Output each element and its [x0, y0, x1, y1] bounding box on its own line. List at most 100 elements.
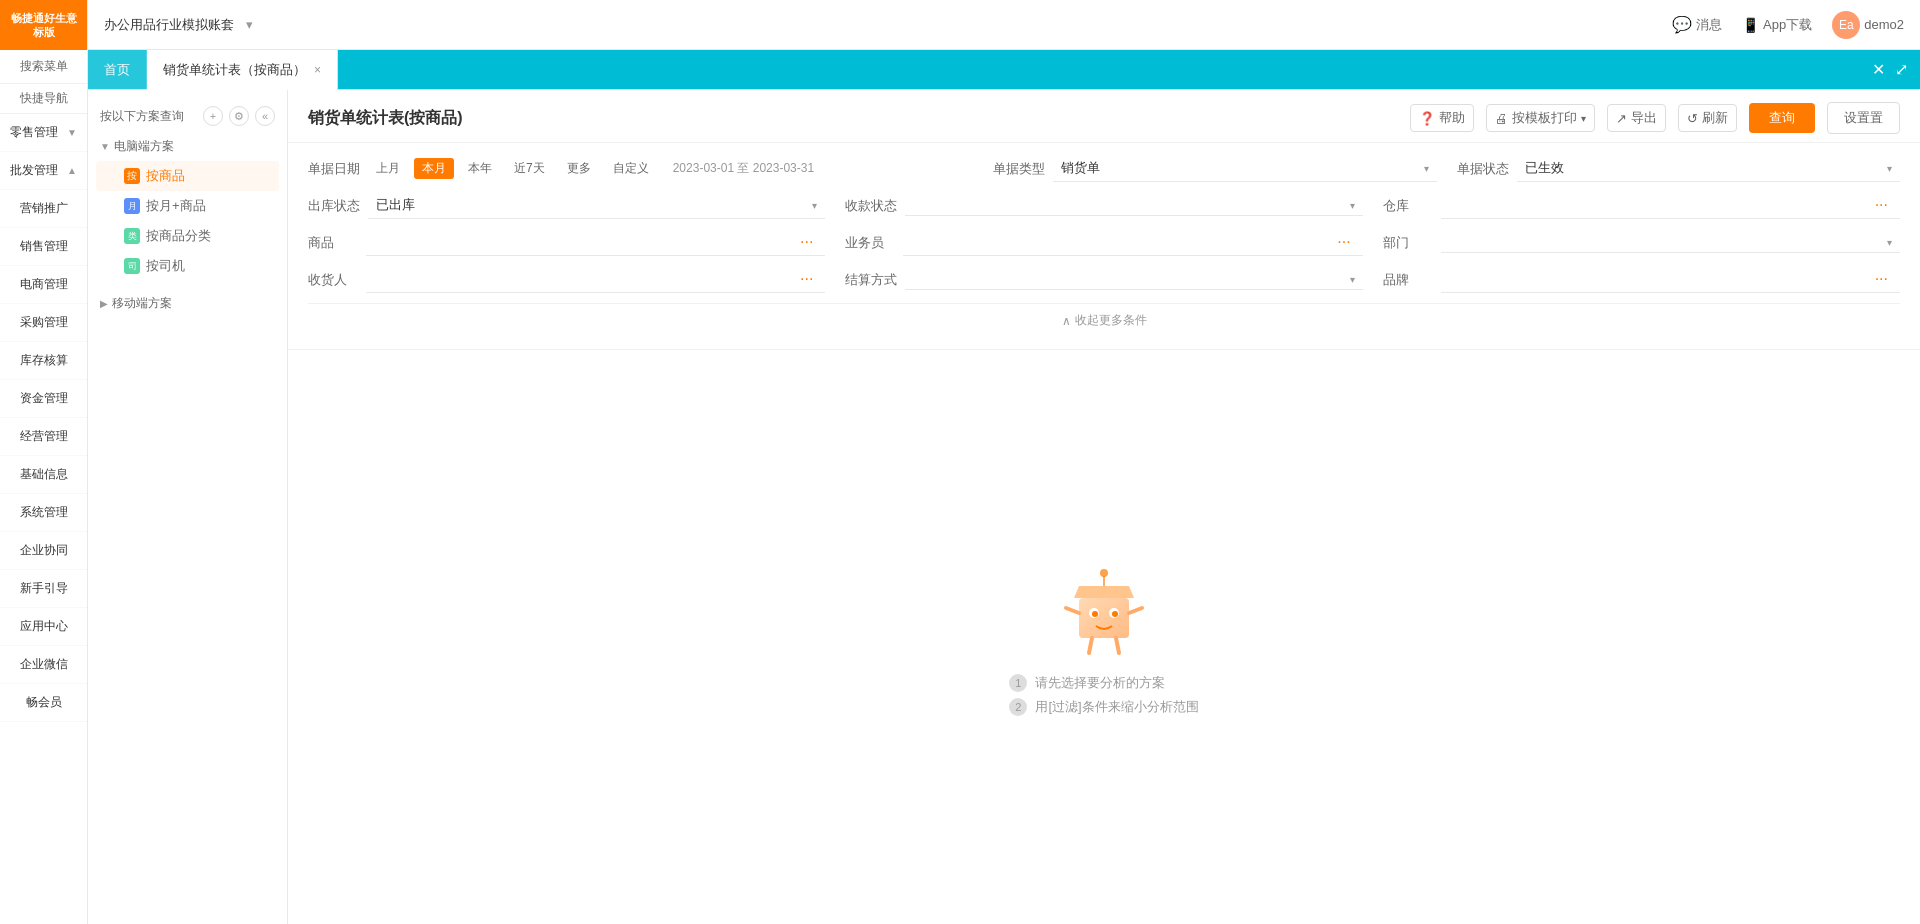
sidebar-item-purchase[interactable]: 采购管理	[0, 304, 87, 342]
export-btn[interactable]: ↗ 导出	[1607, 104, 1666, 132]
scheme-by-category[interactable]: 类 按商品分类	[96, 221, 279, 251]
brand-ellipsis-btn[interactable]: ···	[1871, 270, 1892, 288]
tabbar: 首页 销货单统计表（按商品） × ✕ ⤢	[88, 50, 1920, 90]
industry-dropdown-icon[interactable]: ▾	[246, 17, 253, 32]
sidebar-item-basic[interactable]: 基础信息	[0, 456, 87, 494]
refresh-icon: ↺	[1687, 111, 1698, 126]
app-logo: 畅捷通好生意 标版	[0, 0, 87, 50]
staff-ellipsis-btn[interactable]: ···	[1333, 233, 1354, 251]
dept-select[interactable]: ▾	[1441, 233, 1900, 253]
filter-row-3: 商品 ··· 业务员 ··· 部门	[308, 229, 1900, 256]
pc-group-header[interactable]: ▼ 电脑端方案	[96, 132, 279, 161]
scheme-icon-category: 类	[124, 228, 140, 244]
maximize-icon[interactable]: ⤢	[1895, 60, 1908, 79]
sidebar-item-appstore[interactable]: 应用中心	[0, 608, 87, 646]
collection-label: 收款状态	[845, 197, 897, 215]
app-download-btn[interactable]: 📱 App下载	[1742, 16, 1812, 34]
date-custom-btn[interactable]: 自定义	[605, 158, 657, 179]
sidebar-item-enterprise[interactable]: 企业协同	[0, 532, 87, 570]
quick-nav[interactable]: 快捷导航	[0, 84, 87, 114]
date-cur-month-btn[interactable]: 本月	[414, 158, 454, 179]
sidebar: 畅捷通好生意 标版 搜索菜单 快捷导航 零售管理 ▼ 批发管理 ▲ 营销推广 销…	[0, 0, 88, 924]
staff-label: 业务员	[845, 234, 895, 252]
tab-home[interactable]: 首页	[88, 50, 147, 90]
topbar-left: 办公用品行业模拟账套 ▾	[104, 16, 253, 34]
sidebar-item-marketing[interactable]: 营销推广	[0, 190, 87, 228]
help-btn[interactable]: ❓ 帮助	[1410, 104, 1474, 132]
close-tab-icon[interactable]: ✕	[1872, 60, 1885, 79]
sidebar-item-finance[interactable]: 资金管理	[0, 380, 87, 418]
svg-rect-0	[1079, 598, 1129, 638]
sidebar-item-wechat[interactable]: 企业微信	[0, 646, 87, 684]
collapse-panel-btn[interactable]: «	[255, 106, 275, 126]
doc-type-select[interactable]: 销货单 ▾	[1053, 155, 1436, 182]
settings-btn[interactable]: 设置置	[1827, 102, 1900, 134]
tab-close-btn[interactable]: ×	[314, 63, 321, 77]
sidebar-item-retail[interactable]: 零售管理 ▼	[0, 114, 87, 152]
empty-illustration	[1054, 558, 1154, 658]
brand-input[interactable]: ···	[1441, 266, 1900, 293]
avatar: Ea	[1832, 11, 1860, 39]
date-7days-btn[interactable]: 近7天	[506, 158, 553, 179]
goods-input[interactable]: ···	[366, 229, 825, 256]
sidebar-item-member[interactable]: 畅会员	[0, 684, 87, 722]
filter-collection: 收款状态 ▾	[845, 196, 1362, 216]
date-more-btn[interactable]: 更多	[559, 158, 599, 179]
refresh-btn[interactable]: ↺ 刷新	[1678, 104, 1737, 132]
search-menu[interactable]: 搜索菜单	[0, 50, 87, 84]
scheme-settings-btn[interactable]: ⚙	[229, 106, 249, 126]
scheme-by-driver[interactable]: 司 按司机	[96, 251, 279, 281]
tab-sales-report[interactable]: 销货单统计表（按商品） ×	[147, 50, 338, 90]
sidebar-item-wholesale[interactable]: 批发管理 ▲	[0, 152, 87, 190]
add-scheme-btn[interactable]: +	[203, 106, 223, 126]
warehouse-input[interactable]: ···	[1441, 192, 1900, 219]
goods-ellipsis-btn[interactable]: ···	[796, 233, 817, 251]
svg-line-7	[1129, 608, 1142, 613]
svg-line-9	[1116, 638, 1119, 653]
doc-status-select[interactable]: 已生效 ▾	[1517, 155, 1900, 182]
date-year-btn[interactable]: 本年	[460, 158, 500, 179]
filter-out-status: 出库状态 已出库 ▾	[308, 192, 825, 219]
filter-doc-type: 单据类型 销货单 ▾	[993, 155, 1436, 182]
sidebar-item-inventory[interactable]: 库存核算	[0, 342, 87, 380]
sidebar-item-ecommerce[interactable]: 电商管理	[0, 266, 87, 304]
empty-state: 1 请先选择要分析的方案 2 用[过滤]条件来缩小分析范围	[288, 350, 1920, 924]
scheme-by-product[interactable]: 按 按商品	[96, 161, 279, 191]
query-btn[interactable]: 查询	[1749, 103, 1815, 133]
sidebar-item-sales[interactable]: 销售管理	[0, 228, 87, 266]
filter-receiver: 收货人 ···	[308, 266, 825, 293]
svg-marker-1	[1074, 586, 1134, 598]
mobile-group-header[interactable]: ▶ 移动端方案	[96, 289, 279, 318]
sidebar-item-system[interactable]: 系统管理	[0, 494, 87, 532]
dropdown-icon: ▾	[1887, 163, 1892, 174]
filter-brand: 品牌 ···	[1383, 266, 1900, 293]
filter-row-2: 出库状态 已出库 ▾ 收款状态 ▾ 仓库	[308, 192, 1900, 219]
message-btn[interactable]: 💬 消息	[1672, 15, 1722, 34]
sidebar-item-management[interactable]: 经营管理	[0, 418, 87, 456]
panel-header: 按以下方案查询 + ⚙ «	[88, 100, 287, 132]
settle-select[interactable]: ▾	[905, 270, 1362, 290]
out-status-select[interactable]: 已出库 ▾	[368, 192, 825, 219]
print-btn[interactable]: 🖨 按模板打印 ▾	[1486, 104, 1595, 132]
user-menu[interactable]: Ea demo2	[1832, 11, 1904, 39]
collapse-filter-btn[interactable]: ∧ 收起更多条件	[308, 303, 1900, 337]
print-dropdown-icon: ▾	[1581, 113, 1586, 124]
date-prev-month-btn[interactable]: 上月	[368, 158, 408, 179]
out-status-label: 出库状态	[308, 197, 360, 215]
scheme-by-month-product[interactable]: 月 按月+商品	[96, 191, 279, 221]
staff-input[interactable]: ···	[903, 229, 1362, 256]
sidebar-item-guide[interactable]: 新手引导	[0, 570, 87, 608]
filter-area: 单据日期 上月 本月 本年 近7天 更多 自定义 2023-03-01 至 20…	[288, 143, 1920, 350]
expand-icon: ▲	[67, 165, 77, 176]
warehouse-label: 仓库	[1383, 197, 1433, 215]
app-icon: 📱	[1742, 17, 1759, 33]
collection-select[interactable]: ▾	[905, 196, 1362, 216]
dept-label: 部门	[1383, 234, 1433, 252]
receiver-input[interactable]: ···	[366, 266, 825, 293]
warehouse-ellipsis-btn[interactable]: ···	[1871, 196, 1892, 214]
topbar: 办公用品行业模拟账套 ▾ 💬 消息 📱 App下载 Ea demo2	[88, 0, 1920, 50]
goods-label: 商品	[308, 234, 358, 252]
doc-type-label: 单据类型	[993, 160, 1045, 178]
hint-1: 1 请先选择要分析的方案	[1009, 674, 1198, 692]
receiver-ellipsis-btn[interactable]: ···	[796, 270, 817, 288]
